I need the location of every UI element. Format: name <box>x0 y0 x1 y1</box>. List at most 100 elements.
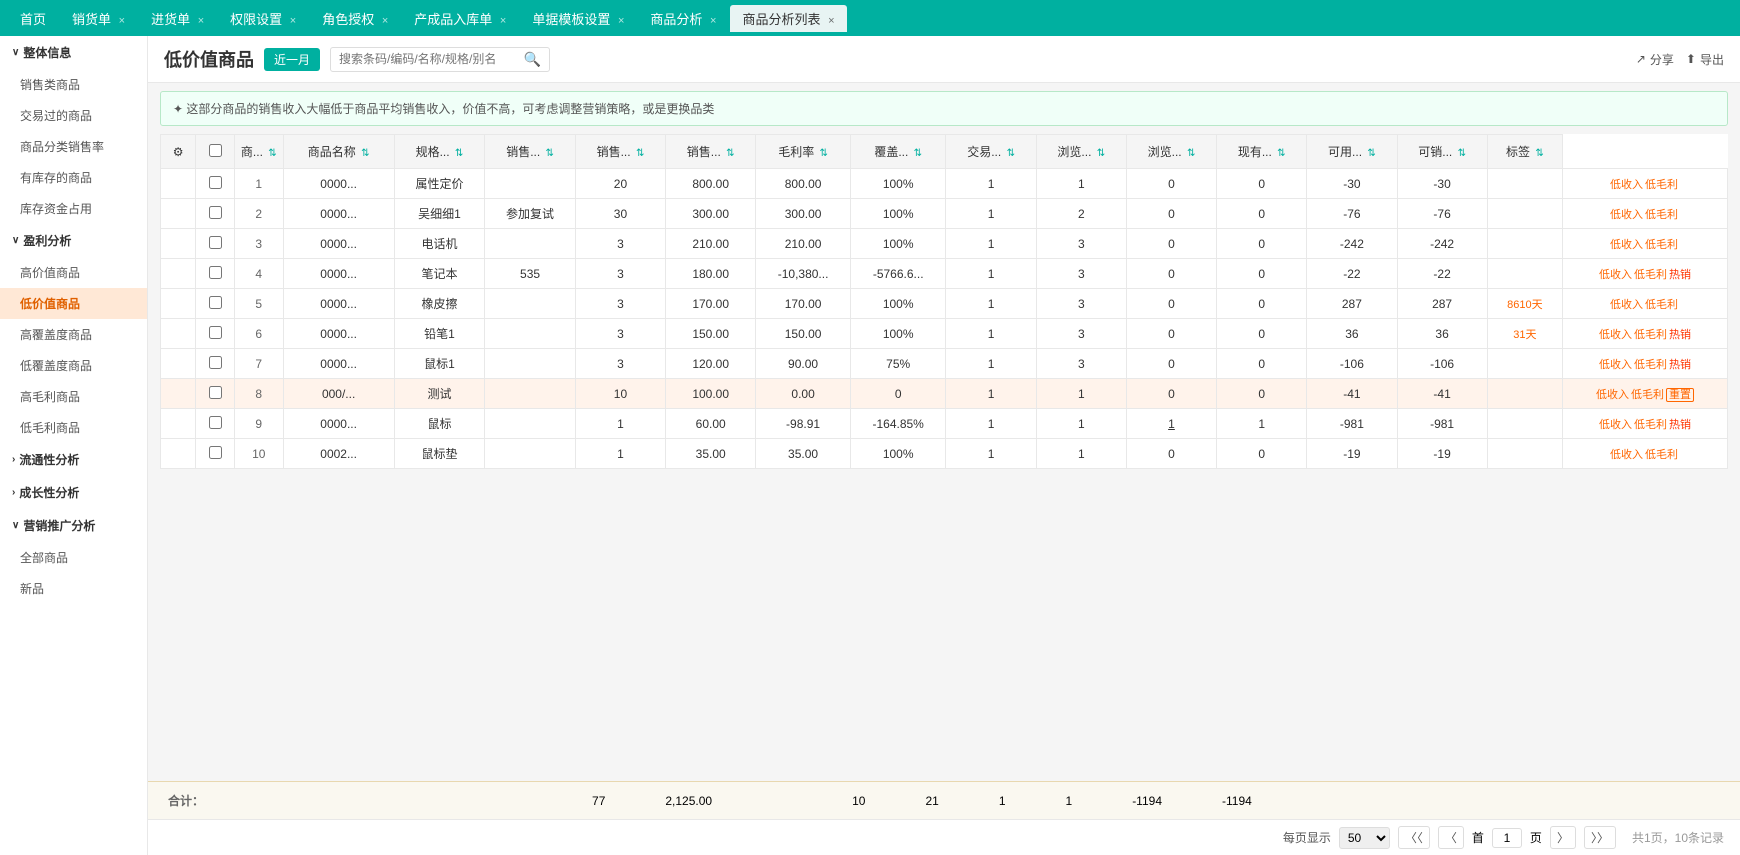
sidebar-item-sales-goods[interactable]: 销售类商品 <box>0 69 147 100</box>
td-checkbox[interactable] <box>196 319 235 349</box>
th-settings[interactable]: ⚙ <box>161 135 196 169</box>
td-checkbox[interactable] <box>196 409 235 439</box>
th-trade[interactable]: 交易... ⇅ <box>946 135 1036 169</box>
td-checkbox[interactable] <box>196 439 235 469</box>
sidebar-item-stock-goods[interactable]: 有库存的商品 <box>0 162 147 193</box>
sidebar-item-low-margin[interactable]: 低毛利商品 <box>0 412 147 443</box>
th-sale3[interactable]: 销售... ⇅ <box>666 135 756 169</box>
row-checkbox[interactable] <box>209 266 222 279</box>
td-checkbox[interactable] <box>196 349 235 379</box>
td-view1[interactable]: 0 <box>1126 439 1216 469</box>
nav-purchase[interactable]: 进货单 × <box>139 5 216 32</box>
td-num: 6 <box>234 319 283 349</box>
search-input[interactable] <box>339 52 524 66</box>
last-page-btn[interactable]: 〉〉 <box>1584 826 1616 849</box>
td-view1[interactable]: 1 <box>1126 409 1216 439</box>
th-margin[interactable]: 毛利率 ⇅ <box>756 135 851 169</box>
th-sale2[interactable]: 销售... ⇅ <box>575 135 665 169</box>
td-view1[interactable]: 0 <box>1126 379 1216 409</box>
sidebar-item-traded-goods[interactable]: 交易过的商品 <box>0 100 147 131</box>
td-checkbox[interactable] <box>196 289 235 319</box>
nav-sales[interactable]: 销货单 × <box>60 5 137 32</box>
td-view1[interactable]: 0 <box>1126 319 1216 349</box>
th-cover[interactable]: 覆盖... ⇅ <box>850 135 946 169</box>
sidebar-item-high-value[interactable]: 高价值商品 <box>0 257 147 288</box>
td-view1[interactable]: 0 <box>1126 289 1216 319</box>
sidebar-group-profit[interactable]: ∨盈利分析 <box>0 224 147 257</box>
sidebar-item-all-goods[interactable]: 全部商品 <box>0 542 147 573</box>
tag-low-income: 低收入 <box>1599 269 1632 281</box>
nav-home[interactable]: 首页 <box>8 5 58 32</box>
th-view2[interactable]: 浏览... ⇅ <box>1126 135 1216 169</box>
row-checkbox[interactable] <box>209 386 222 399</box>
sidebar-item-capital-occupied[interactable]: 库存资金占用 <box>0 193 147 224</box>
td-margin: 0 <box>850 379 946 409</box>
row-checkbox[interactable] <box>209 236 222 249</box>
prev-page-btn[interactable]: 〈 <box>1438 826 1464 849</box>
td-num: 2 <box>234 199 283 229</box>
td-checkbox[interactable] <box>196 259 235 289</box>
filter-recent-btn[interactable]: 近一月 <box>264 48 320 71</box>
sidebar-item-new-goods[interactable]: 新品 <box>0 573 147 604</box>
td-view1[interactable]: 0 <box>1126 259 1216 289</box>
td-checkbox[interactable] <box>196 379 235 409</box>
page-size-select[interactable]: 50 100 200 <box>1339 827 1390 849</box>
export-btn[interactable]: ⬆ 导出 <box>1686 51 1724 68</box>
row-checkbox[interactable] <box>209 206 222 219</box>
sidebar-item-category-sales[interactable]: 商品分类销售率 <box>0 131 147 162</box>
nav-roles[interactable]: 角色授权 × <box>310 5 400 32</box>
select-all-checkbox[interactable] <box>209 144 222 157</box>
row-checkbox[interactable] <box>209 356 222 369</box>
td-trade: 2 <box>1036 199 1126 229</box>
td-cover: 1 <box>946 319 1036 349</box>
th-view1[interactable]: 浏览... ⇅ <box>1036 135 1126 169</box>
nav-permissions[interactable]: 权限设置 × <box>218 5 308 32</box>
row-checkbox[interactable] <box>209 296 222 309</box>
sidebar-group-liquidity[interactable]: ›流通性分析 <box>0 443 147 476</box>
table-container[interactable]: ⚙ 商... ⇅ 商品名称 ⇅ 规格... ⇅ 销售... ⇅ 销售... ⇅ … <box>148 134 1740 781</box>
th-code[interactable]: 商... ⇅ <box>234 135 283 169</box>
nav-template-settings[interactable]: 单据模板设置 × <box>520 5 636 32</box>
sidebar-item-high-coverage[interactable]: 高覆盖度商品 <box>0 319 147 350</box>
th-sale1[interactable]: 销售... ⇅ <box>485 135 576 169</box>
td-stock1: 36 <box>1307 319 1397 349</box>
row-checkbox[interactable] <box>209 416 222 429</box>
row-checkbox[interactable] <box>209 176 222 189</box>
td-view1[interactable]: 0 <box>1126 349 1216 379</box>
view1-link[interactable]: 1 <box>1168 417 1175 431</box>
td-checkbox[interactable] <box>196 169 235 199</box>
th-tags[interactable]: 标签 ⇅ <box>1487 135 1562 169</box>
search-icon[interactable]: 🔍 <box>524 51 541 68</box>
sidebar-item-low-coverage[interactable]: 低覆盖度商品 <box>0 350 147 381</box>
td-checkbox[interactable] <box>196 199 235 229</box>
td-num: 4 <box>234 259 283 289</box>
sidebar-item-high-margin[interactable]: 高毛利商品 <box>0 381 147 412</box>
sidebar-item-low-value[interactable]: 低价值商品 <box>0 288 147 319</box>
nav-product-storage[interactable]: 产成品入库单 × <box>402 5 518 32</box>
th-stock2[interactable]: 可用... ⇅ <box>1307 135 1397 169</box>
first-page-btn[interactable]: 〈〈 <box>1398 826 1430 849</box>
share-btn[interactable]: ↗ 分享 <box>1636 51 1674 68</box>
th-stock3[interactable]: 可销... ⇅ <box>1397 135 1487 169</box>
td-stock1: -76 <box>1307 199 1397 229</box>
sidebar-group-overall[interactable]: ∨整体信息 <box>0 36 147 69</box>
th-name[interactable]: 商品名称 ⇅ <box>283 135 394 169</box>
td-view1[interactable]: 0 <box>1126 199 1216 229</box>
td-checkbox[interactable] <box>196 229 235 259</box>
page-input[interactable] <box>1492 828 1522 848</box>
nav-goods-analysis-list[interactable]: 商品分析列表 × <box>730 5 846 32</box>
td-trade: 1 <box>1036 169 1126 199</box>
td-spec <box>485 169 576 199</box>
table-row: 1 0000... 属性定价 20 800.00 800.00 100% 1 1… <box>161 169 1728 199</box>
sidebar-group-marketing[interactable]: ∨营销推广分析 <box>0 509 147 542</box>
th-stock1[interactable]: 现有... ⇅ <box>1217 135 1307 169</box>
th-checkbox[interactable] <box>196 135 235 169</box>
row-checkbox[interactable] <box>209 326 222 339</box>
next-page-btn[interactable]: 〉 <box>1550 826 1576 849</box>
row-checkbox[interactable] <box>209 446 222 459</box>
td-view1[interactable]: 0 <box>1126 229 1216 259</box>
sidebar-group-growth[interactable]: ›成长性分析 <box>0 476 147 509</box>
th-spec[interactable]: 规格... ⇅ <box>394 135 485 169</box>
td-view1[interactable]: 0 <box>1126 169 1216 199</box>
nav-goods-analysis[interactable]: 商品分析 × <box>638 5 728 32</box>
